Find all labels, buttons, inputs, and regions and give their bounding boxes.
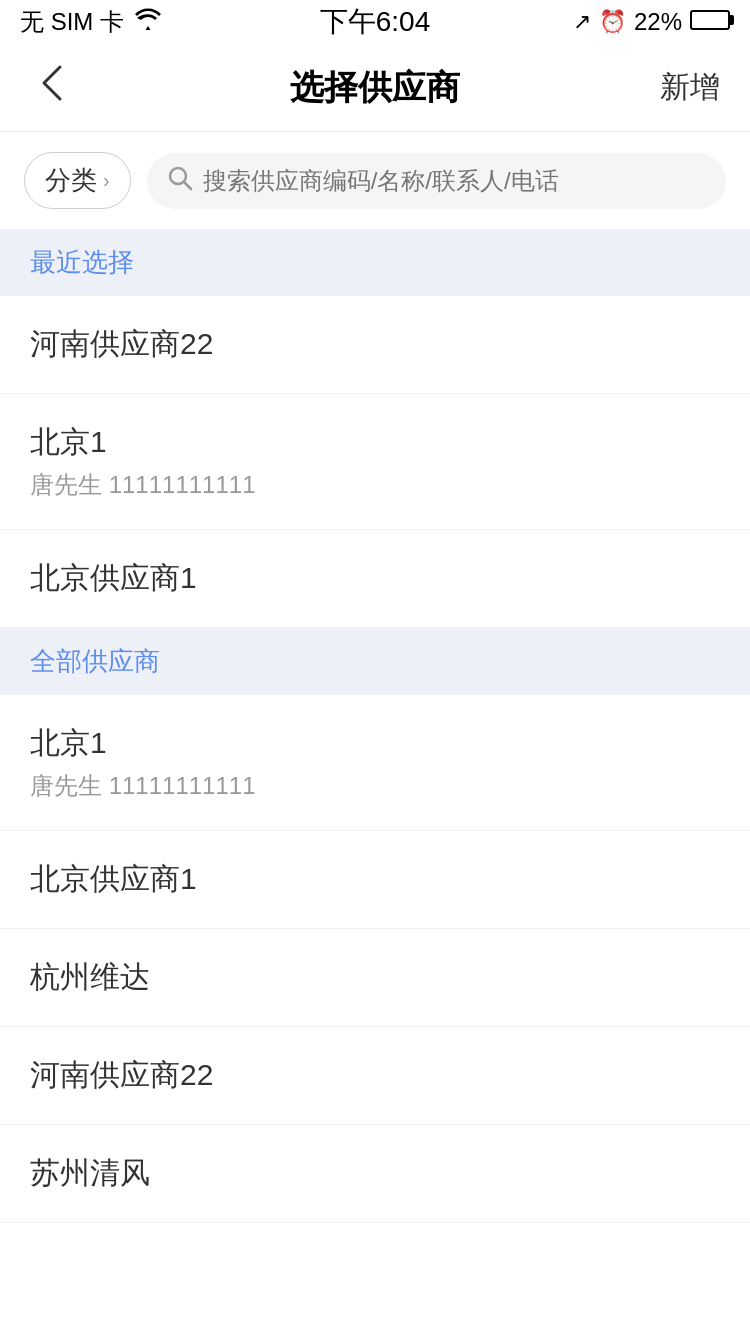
- search-input[interactable]: [203, 167, 706, 195]
- wifi-icon: [134, 8, 162, 36]
- category-button[interactable]: 分类 ›: [24, 152, 131, 209]
- status-bar: 无 SIM 卡 下午6:04 ↗ ⏰ 22%: [0, 0, 750, 44]
- search-icon: [167, 165, 193, 197]
- list-item[interactable]: 苏州清风: [0, 1125, 750, 1223]
- list-item[interactable]: 北京供应商1: [0, 831, 750, 929]
- list-item[interactable]: 河南供应商22: [0, 296, 750, 394]
- item-name: 北京供应商1: [30, 558, 720, 599]
- category-label: 分类: [45, 163, 97, 198]
- add-button[interactable]: 新增: [660, 67, 720, 108]
- list-item[interactable]: 杭州维达: [0, 929, 750, 1027]
- item-name: 北京供应商1: [30, 859, 720, 900]
- system-icons: ↗ ⏰ 22%: [573, 8, 730, 36]
- all-items-list: 北京1 唐先生 11111111111 北京供应商1 杭州维达 河南供应商22 …: [0, 695, 750, 1223]
- search-box: [147, 153, 726, 209]
- recent-items-list: 河南供应商22 北京1 唐先生 11111111111 北京供应商1: [0, 296, 750, 628]
- back-button[interactable]: [30, 53, 74, 122]
- location-icon: ↗: [573, 9, 591, 35]
- list-item[interactable]: 北京1 唐先生 11111111111: [0, 695, 750, 831]
- list-item[interactable]: 河南供应商22: [0, 1027, 750, 1125]
- time-display: 下午6:04: [320, 3, 431, 41]
- item-name: 北京1: [30, 723, 720, 764]
- item-name: 河南供应商22: [30, 1055, 720, 1096]
- item-name: 河南供应商22: [30, 324, 720, 365]
- carrier-info: 无 SIM 卡: [20, 6, 162, 38]
- nav-bar: 选择供应商 新增: [0, 44, 750, 132]
- filter-bar: 分类 ›: [0, 132, 750, 229]
- list-item[interactable]: 北京供应商1: [0, 530, 750, 628]
- item-detail: 唐先生 11111111111: [30, 770, 720, 802]
- chevron-right-icon: ›: [103, 169, 110, 192]
- carrier-text: 无 SIM 卡: [20, 6, 124, 38]
- svg-line-1: [184, 182, 191, 189]
- item-name: 北京1: [30, 422, 720, 463]
- item-name: 杭州维达: [30, 957, 720, 998]
- alarm-icon: ⏰: [599, 9, 626, 35]
- recent-section-label: 最近选择: [30, 247, 134, 277]
- all-section-label: 全部供应商: [30, 646, 160, 676]
- page-title: 选择供应商: [290, 65, 460, 111]
- battery-icon: [690, 8, 730, 36]
- recent-section-header: 最近选择: [0, 229, 750, 296]
- list-item[interactable]: 北京1 唐先生 11111111111: [0, 394, 750, 530]
- item-detail: 唐先生 11111111111: [30, 469, 720, 501]
- all-section-header: 全部供应商: [0, 628, 750, 695]
- battery-percent: 22%: [634, 8, 682, 36]
- item-name: 苏州清风: [30, 1153, 720, 1194]
